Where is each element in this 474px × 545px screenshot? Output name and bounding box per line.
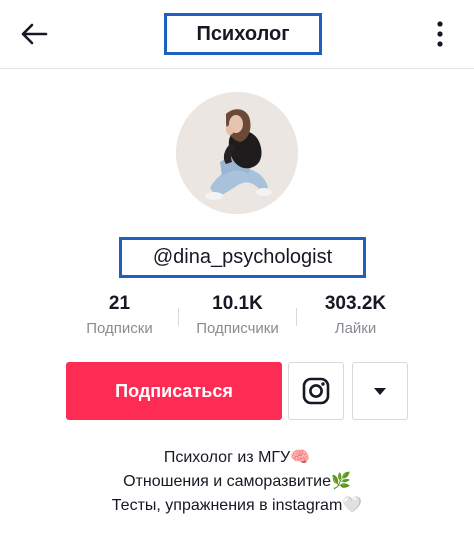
caret-down-icon (374, 387, 386, 395)
bio: Психолог из МГУ🧠 Отношения и саморазвити… (0, 446, 474, 518)
profile-photo (176, 92, 298, 214)
brain-icon: 🧠 (290, 449, 311, 466)
stat-followers-label: Подписчики (196, 320, 279, 337)
page-title: Психолог (164, 13, 322, 55)
stat-following[interactable]: 21 Подписки (61, 290, 178, 337)
more-options-button[interactable] (424, 18, 456, 50)
bio-line: Отношения и саморазвитие🌿 (0, 470, 474, 494)
bio-line-text: Психолог из МГУ (163, 449, 291, 466)
stat-following-label: Подписки (86, 320, 153, 337)
instagram-button[interactable] (288, 362, 344, 420)
stat-followers[interactable]: 10.1K Подписчики (179, 290, 296, 337)
page-title-text: Психолог (196, 22, 290, 45)
username-text: @dina_psychologist (152, 246, 333, 268)
bio-line-text: Отношения и саморазвитие (123, 473, 331, 490)
stat-likes[interactable]: 303.2K Лайки (297, 290, 414, 337)
stat-likes-label: Лайки (334, 320, 377, 337)
instagram-icon (302, 377, 330, 405)
follow-button[interactable]: Подписаться (66, 362, 282, 420)
bio-line: Тесты, упражнения в instagram🤍 (0, 494, 474, 518)
bio-line-text: Тесты, упражнения в instagram (111, 497, 343, 514)
more-vertical-icon (437, 21, 443, 47)
avatar[interactable] (176, 92, 298, 214)
top-bar: Психолог (0, 0, 474, 69)
stat-followers-value: 10.1K (212, 293, 263, 314)
back-button[interactable] (18, 18, 50, 50)
stat-following-value: 21 (108, 293, 131, 314)
arrow-left-icon (21, 23, 48, 45)
bio-line: Психолог из МГУ🧠 (0, 446, 474, 470)
stats-row: 21 Подписки 10.1K Подписчики 303.2K Лайк… (61, 290, 413, 346)
username: @dina_psychologist (119, 237, 366, 278)
white-heart-icon: 🤍 (342, 497, 363, 514)
follow-button-label: Подписаться (115, 380, 233, 401)
herb-icon: 🌿 (330, 473, 351, 490)
suggested-accounts-button[interactable] (352, 362, 408, 420)
stat-likes-value: 303.2K (324, 293, 387, 314)
